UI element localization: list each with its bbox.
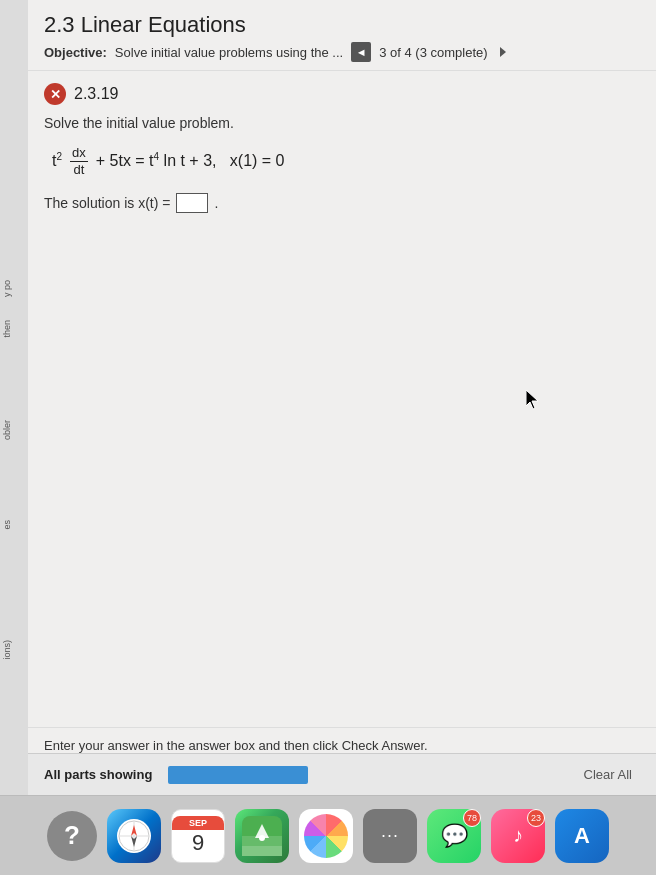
dock-music[interactable]: ♪ 23 (491, 809, 545, 863)
objective-label: Objective: (44, 45, 107, 60)
dock-appstore[interactable]: A (555, 809, 609, 863)
sidebar-label-po: y po (2, 280, 12, 297)
dock-question-mark[interactable]: ? (47, 811, 97, 861)
dock-photos-icon (304, 814, 348, 858)
problem-container: ✕ 2.3.19 Solve the initial value problem… (28, 71, 656, 225)
answer-prefix: The solution is x(t) = (44, 195, 170, 211)
dock-calendar-day: 9 (192, 830, 204, 856)
answer-input[interactable] (176, 193, 208, 213)
dock-imessage-badge: 78 (463, 809, 481, 827)
dock-music-badge: 23 (527, 809, 545, 827)
dock-calendar-month: SEP (172, 816, 224, 830)
nav-prev-button[interactable]: ◄ (351, 42, 371, 62)
svg-point-11 (259, 835, 265, 841)
answer-line: The solution is x(t) = . (44, 193, 640, 213)
progress-text: 3 of 4 (3 complete) (379, 45, 487, 60)
dock-more[interactable]: ··· (363, 809, 417, 863)
sidebar-label-oble: obler (2, 420, 12, 440)
dock-maps[interactable] (235, 809, 289, 863)
eq-t2: t2 (52, 151, 62, 170)
problem-close-badge[interactable]: ✕ (44, 83, 66, 105)
frac-denominator: dt (71, 162, 86, 178)
mouse-cursor (526, 390, 542, 410)
page-title: 2.3 Linear Equations (44, 12, 640, 38)
objective-description: Solve initial value problems using the .… (115, 45, 343, 60)
fraction-dx-dt: dx dt (70, 145, 88, 177)
problem-id: 2.3.19 (74, 85, 118, 103)
eq-plus: + 5tx = t4 ln t + 3, x(1) = 0 (96, 151, 285, 170)
sidebar-label-then: then (2, 320, 12, 338)
header: 2.3 Linear Equations Objective: Solve in… (28, 0, 656, 71)
left-sidebar: y po then obler es ions) (0, 0, 28, 795)
clear-all-button[interactable]: Clear All (576, 763, 640, 786)
sidebar-label-ions: ions) (2, 640, 12, 660)
answer-period: . (214, 195, 218, 211)
progress-dropdown-arrow[interactable] (500, 47, 506, 57)
svg-marker-0 (526, 390, 538, 409)
progress-bar (168, 766, 308, 784)
svg-rect-9 (242, 846, 282, 856)
objective-bar: Objective: Solve initial value problems … (44, 42, 640, 62)
main-panel: 2.3 Linear Equations Objective: Solve in… (28, 0, 656, 795)
footer-bar: All parts showing Clear All (28, 753, 656, 795)
problem-id-row: ✕ 2.3.19 (44, 83, 640, 105)
svg-text:A: A (574, 823, 590, 848)
dock-calendar[interactable]: SEP 9 (171, 809, 225, 863)
dock-imessage[interactable]: 💬 78 (427, 809, 481, 863)
dock-safari[interactable] (107, 809, 161, 863)
frac-numerator: dx (70, 145, 88, 162)
all-parts-label: All parts showing (44, 767, 152, 782)
mac-dock: ? SEP 9 ··· 💬 78 ♪ 23 (0, 795, 656, 875)
problem-instruction: Solve the initial value problem. (44, 115, 640, 131)
dock-photos[interactable] (299, 809, 353, 863)
sidebar-label-es: es (2, 520, 12, 530)
equation-block: t2 dx dt + 5tx = t4 ln t + 3, x(1) = 0 (52, 145, 640, 177)
